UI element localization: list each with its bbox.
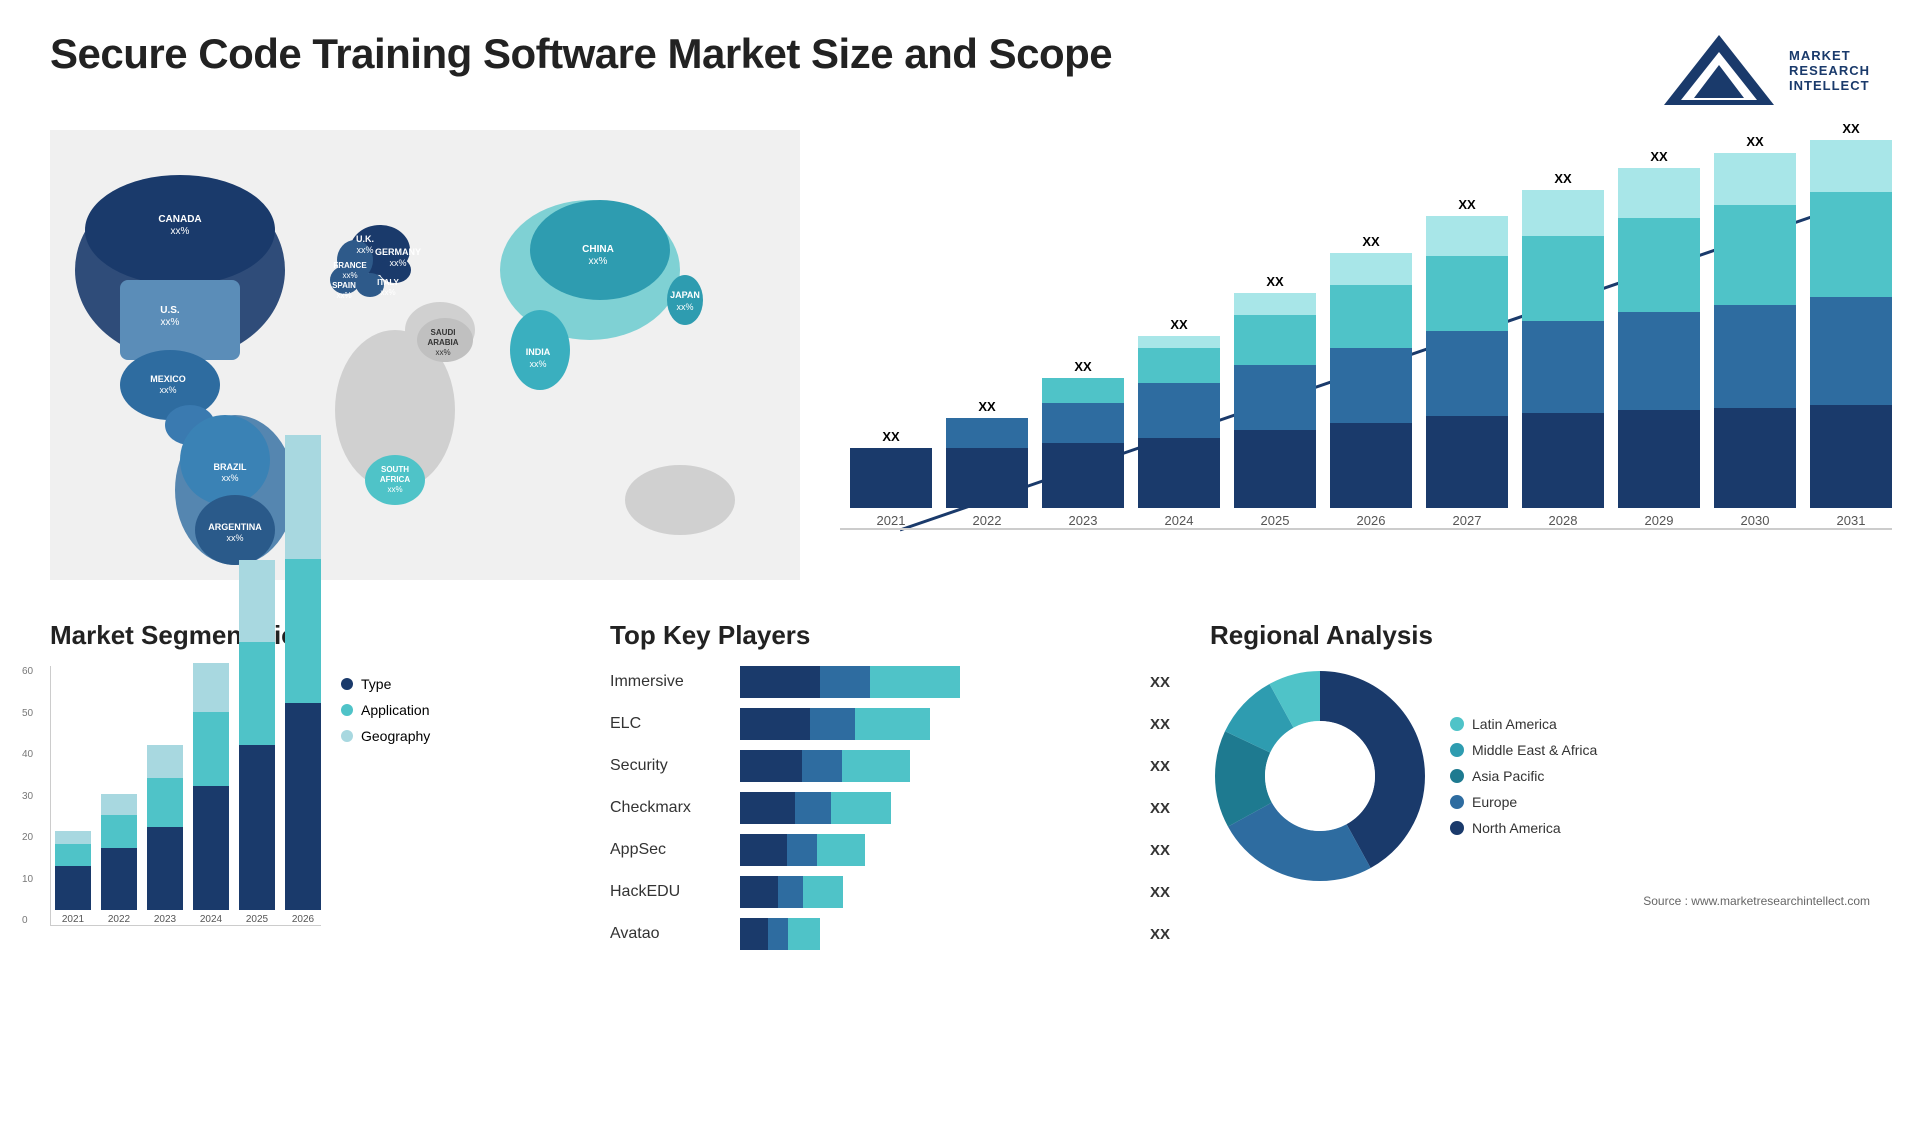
logo-area: MARKET RESEARCH INTELLECT — [1659, 30, 1870, 110]
bar-2029: XX 2029 — [1618, 149, 1700, 528]
player-hackedu: HackEDU XX — [610, 876, 1170, 908]
svg-text:U.K.: U.K. — [356, 234, 374, 244]
bar-2026: XX 2026 — [1330, 234, 1412, 528]
logo-icon — [1659, 30, 1779, 110]
svg-text:ARABIA: ARABIA — [427, 338, 458, 347]
page-title: Secure Code Training Software Market Siz… — [50, 30, 1112, 78]
player-immersive: Immersive XX — [610, 666, 1170, 698]
players-section: Top Key Players Immersive XX ELC — [610, 620, 1170, 1000]
bar-2021: XX 2021 — [850, 429, 932, 528]
svg-text:xx%: xx% — [171, 226, 190, 237]
svg-text:xx%: xx% — [389, 258, 406, 268]
legend-europe: Europe — [1450, 794, 1597, 810]
svg-text:xx%: xx% — [589, 256, 608, 267]
segmentation-bars: 60 50 40 30 20 10 0 — [50, 666, 321, 926]
bar-2027: XX 2027 — [1426, 197, 1508, 528]
north-america-dot — [1450, 821, 1464, 835]
chart-section: XX 2021 XX 2022 X — [840, 130, 1892, 600]
legend-geography: Geography — [341, 728, 430, 744]
logo-text: MARKET RESEARCH INTELLECT — [1789, 48, 1870, 93]
bar-2028: XX 2028 — [1522, 171, 1604, 528]
svg-text:SOUTH: SOUTH — [381, 465, 409, 474]
player-elc: ELC XX — [610, 708, 1170, 740]
seg-bar-2022: 2022 — [101, 794, 137, 925]
legend-type: Type — [341, 676, 430, 692]
bar-chart-bars: XX 2021 XX 2022 X — [840, 160, 1892, 530]
svg-text:xx%: xx% — [226, 533, 243, 543]
legend-application: Application — [341, 702, 430, 718]
segmentation-legend: Type Application Geography — [341, 676, 430, 744]
geography-color-dot — [341, 730, 353, 742]
players-title: Top Key Players — [610, 620, 1170, 651]
svg-text:FRANCE: FRANCE — [333, 261, 367, 270]
seg-bar-2025: 2025 — [239, 560, 275, 925]
svg-text:xx%: xx% — [342, 271, 357, 280]
bar-2031: XX 2031 — [1810, 121, 1892, 528]
svg-text:SAUDI: SAUDI — [431, 328, 456, 337]
svg-text:xx%: xx% — [435, 348, 450, 357]
seg-bar-2026: 2026 — [285, 435, 321, 925]
source-text: Source : www.marketresearchintellect.com — [1210, 894, 1870, 908]
bar-2022: XX 2022 — [946, 399, 1028, 528]
svg-text:CHINA: CHINA — [582, 244, 614, 255]
map-section: CANADA xx% U.S. xx% MEXICO xx% BRAZIL xx… — [50, 130, 800, 600]
svg-text:MEXICO: MEXICO — [150, 374, 186, 384]
svg-text:xx%: xx% — [380, 288, 395, 297]
legend-latin-america: Latin America — [1450, 716, 1597, 732]
svg-text:SPAIN: SPAIN — [332, 281, 356, 290]
player-appsec: AppSec XX — [610, 834, 1170, 866]
middle-east-africa-dot — [1450, 743, 1464, 757]
type-color-dot — [341, 678, 353, 690]
svg-text:ITALY: ITALY — [377, 278, 399, 287]
bar-2025: XX 2025 — [1234, 274, 1316, 528]
header: Secure Code Training Software Market Siz… — [50, 30, 1870, 110]
svg-text:U.S.: U.S. — [160, 305, 180, 316]
player-security: Security XX — [610, 750, 1170, 782]
svg-text:AFRICA: AFRICA — [380, 475, 410, 484]
svg-text:xx%: xx% — [356, 245, 373, 255]
segmentation-chart-area: 60 50 40 30 20 10 0 — [50, 666, 570, 926]
donut-chart — [1210, 666, 1430, 886]
svg-text:xx%: xx% — [161, 317, 180, 328]
seg-bar-2024: 2024 — [193, 663, 229, 925]
regional-legend: Latin America Middle East & Africa Asia … — [1450, 716, 1597, 836]
svg-text:INDIA: INDIA — [526, 347, 551, 357]
svg-text:JAPAN: JAPAN — [670, 290, 700, 300]
bar-2024: XX 2024 — [1138, 317, 1220, 528]
svg-text:xx%: xx% — [529, 359, 546, 369]
donut-svg — [1210, 666, 1430, 886]
svg-text:BRAZIL: BRAZIL — [214, 462, 247, 472]
segmentation-section: Market Segmentation 60 50 40 30 20 10 0 — [50, 620, 570, 1000]
player-checkmarx: Checkmarx XX — [610, 792, 1170, 824]
europe-dot — [1450, 795, 1464, 809]
regional-section: Regional Analysis — [1210, 620, 1870, 1000]
legend-middle-east-africa: Middle East & Africa — [1450, 742, 1597, 758]
asia-pacific-dot — [1450, 769, 1464, 783]
svg-text:xx%: xx% — [336, 291, 351, 300]
players-list: Immersive XX ELC XX — [610, 666, 1170, 950]
svg-text:xx%: xx% — [676, 302, 693, 312]
seg-bar-2021: 2021 — [55, 831, 91, 925]
svg-text:GERMANY: GERMANY — [375, 247, 421, 257]
latin-america-dot — [1450, 717, 1464, 731]
seg-bar-2023: 2023 — [147, 745, 183, 925]
legend-asia-pacific: Asia Pacific — [1450, 768, 1597, 784]
bar-2030: XX 2030 — [1714, 134, 1796, 528]
application-color-dot — [341, 704, 353, 716]
content-top: CANADA xx% U.S. xx% MEXICO xx% BRAZIL xx… — [50, 130, 1870, 600]
world-map-svg: CANADA xx% U.S. xx% MEXICO xx% BRAZIL xx… — [50, 130, 800, 580]
svg-text:ARGENTINA: ARGENTINA — [208, 522, 262, 532]
legend-north-america: North America — [1450, 820, 1597, 836]
svg-text:xx%: xx% — [387, 485, 402, 494]
seg-bars-inner: 2021 2022 — [50, 666, 321, 926]
regional-content: Latin America Middle East & Africa Asia … — [1210, 666, 1870, 886]
svg-text:xx%: xx% — [159, 385, 176, 395]
player-avatao: Avatao XX — [610, 918, 1170, 950]
svg-text:CANADA: CANADA — [158, 214, 201, 225]
page-container: Secure Code Training Software Market Siz… — [0, 0, 1920, 1146]
bar-2023: XX 2023 — [1042, 359, 1124, 528]
svg-text:xx%: xx% — [221, 473, 238, 483]
content-bottom: Market Segmentation 60 50 40 30 20 10 0 — [50, 620, 1870, 1000]
regional-title: Regional Analysis — [1210, 620, 1870, 651]
